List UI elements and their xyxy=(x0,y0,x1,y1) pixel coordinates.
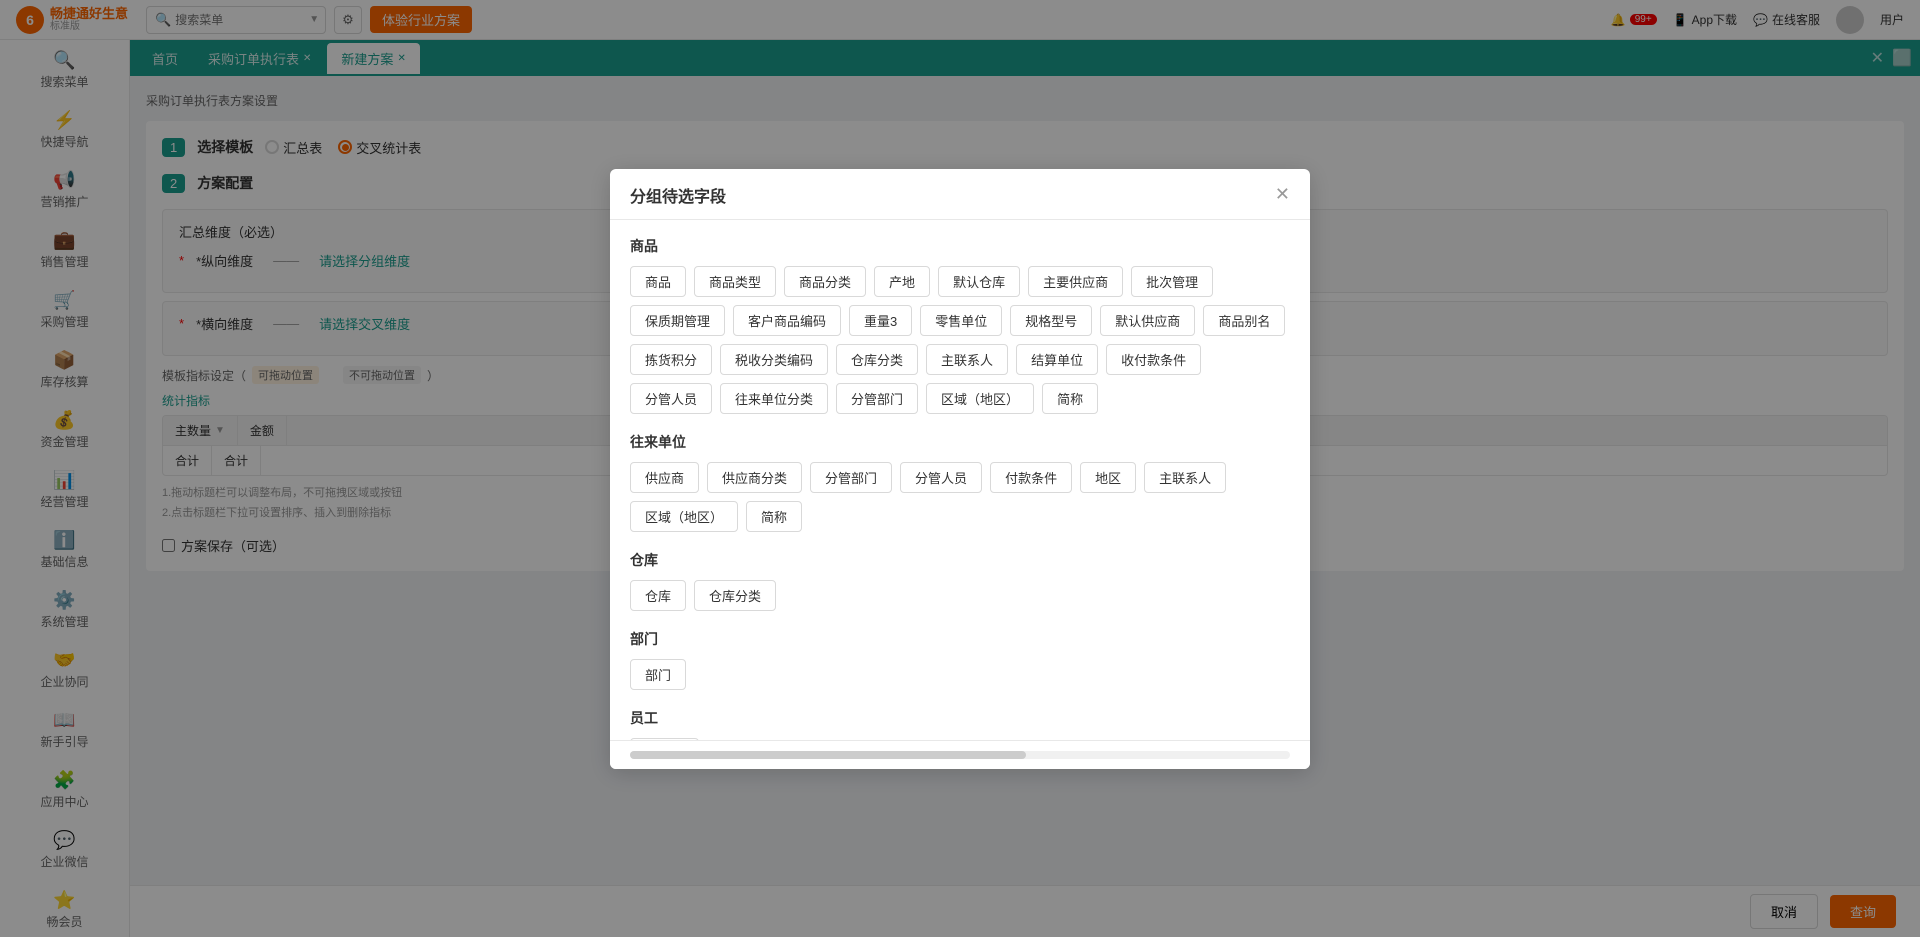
field-tag-counterpart-7[interactable]: 区域（地区） xyxy=(630,501,738,532)
field-tag-product-4[interactable]: 默认仓库 xyxy=(938,266,1020,297)
field-tag-counterpart-8[interactable]: 简称 xyxy=(746,501,802,532)
field-tag-product-22[interactable]: 分管部门 xyxy=(836,383,918,414)
modal-section-title-employee: 员工 xyxy=(630,708,1290,728)
field-tag-counterpart-4[interactable]: 付款条件 xyxy=(990,462,1072,493)
field-tag-product-5[interactable]: 主要供应商 xyxy=(1028,266,1123,297)
modal-overlay: 分组待选字段 ✕ 商品商品商品类型商品分类产地默认仓库主要供应商批次管理保质期管… xyxy=(0,0,1920,937)
modal-body[interactable]: 商品商品商品类型商品分类产地默认仓库主要供应商批次管理保质期管理客户商品编码重量… xyxy=(610,220,1310,740)
modal-section-warehouse: 仓库仓库仓库分类 xyxy=(630,550,1290,611)
modal-section-title-warehouse: 仓库 xyxy=(630,550,1290,570)
modal-section-employee: 员工业务员 xyxy=(630,708,1290,740)
field-tag-warehouse-1[interactable]: 仓库分类 xyxy=(694,580,776,611)
field-tag-product-1[interactable]: 商品类型 xyxy=(694,266,776,297)
field-grid-department: 部门 xyxy=(630,659,1290,690)
field-tag-counterpart-0[interactable]: 供应商 xyxy=(630,462,699,493)
field-tag-product-19[interactable]: 收付款条件 xyxy=(1106,344,1201,375)
modal-title: 分组待选字段 xyxy=(630,183,726,207)
field-tag-warehouse-0[interactable]: 仓库 xyxy=(630,580,686,611)
field-tag-product-15[interactable]: 税收分类编码 xyxy=(720,344,828,375)
field-tag-product-6[interactable]: 批次管理 xyxy=(1131,266,1213,297)
modal-section-counterpart: 往来单位供应商供应商分类分管部门分管人员付款条件地区主联系人区域（地区） 简称 xyxy=(630,432,1290,532)
field-tag-counterpart-1[interactable]: 供应商分类 xyxy=(707,462,802,493)
field-tag-product-10[interactable]: 零售单位 xyxy=(920,305,1002,336)
field-tag-product-3[interactable]: 产地 xyxy=(874,266,930,297)
field-tag-product-9[interactable]: 重量3 xyxy=(849,305,912,336)
modal-dialog: 分组待选字段 ✕ 商品商品商品类型商品分类产地默认仓库主要供应商批次管理保质期管… xyxy=(610,169,1310,769)
field-tag-counterpart-5[interactable]: 地区 xyxy=(1080,462,1136,493)
field-tag-counterpart-3[interactable]: 分管人员 xyxy=(900,462,982,493)
modal-header: 分组待选字段 ✕ xyxy=(610,169,1310,220)
field-tag-product-12[interactable]: 默认供应商 xyxy=(1100,305,1195,336)
field-tag-product-20[interactable]: 分管人员 xyxy=(630,383,712,414)
field-tag-product-14[interactable]: 拣货积分 xyxy=(630,344,712,375)
field-tag-counterpart-2[interactable]: 分管部门 xyxy=(810,462,892,493)
field-tag-product-8[interactable]: 客户商品编码 xyxy=(733,305,841,336)
modal-section-product: 商品商品商品类型商品分类产地默认仓库主要供应商批次管理保质期管理客户商品编码重量… xyxy=(630,236,1290,414)
field-tag-product-17[interactable]: 主联系人 xyxy=(926,344,1008,375)
field-tag-product-11[interactable]: 规格型号 xyxy=(1010,305,1092,336)
modal-section-title-product: 商品 xyxy=(630,236,1290,256)
field-grid-warehouse: 仓库仓库分类 xyxy=(630,580,1290,611)
field-tag-product-18[interactable]: 结算单位 xyxy=(1016,344,1098,375)
modal-close-button[interactable]: ✕ xyxy=(1275,184,1290,205)
modal-section-department: 部门部门 xyxy=(630,629,1290,690)
field-tag-product-21[interactable]: 往来单位分类 xyxy=(720,383,828,414)
field-tag-product-23[interactable]: 区域（地区） xyxy=(926,383,1034,414)
field-tag-product-13[interactable]: 商品别名 xyxy=(1203,305,1285,336)
field-tag-counterpart-6[interactable]: 主联系人 xyxy=(1144,462,1226,493)
field-grid-counterpart: 供应商供应商分类分管部门分管人员付款条件地区主联系人区域（地区） 简称 xyxy=(630,462,1290,532)
field-tag-product-24[interactable]: 简称 xyxy=(1042,383,1098,414)
field-tag-product-0[interactable]: 商品 xyxy=(630,266,686,297)
field-tag-product-2[interactable]: 商品分类 xyxy=(784,266,866,297)
field-tag-product-7[interactable]: 保质期管理 xyxy=(630,305,725,336)
modal-section-title-counterpart: 往来单位 xyxy=(630,432,1290,452)
field-tag-product-16[interactable]: 仓库分类 xyxy=(836,344,918,375)
field-grid-product: 商品商品类型商品分类产地默认仓库主要供应商批次管理保质期管理客户商品编码重量3 零… xyxy=(630,266,1290,414)
modal-section-title-department: 部门 xyxy=(630,629,1290,649)
modal-footer xyxy=(610,740,1310,769)
field-tag-department-0[interactable]: 部门 xyxy=(630,659,686,690)
